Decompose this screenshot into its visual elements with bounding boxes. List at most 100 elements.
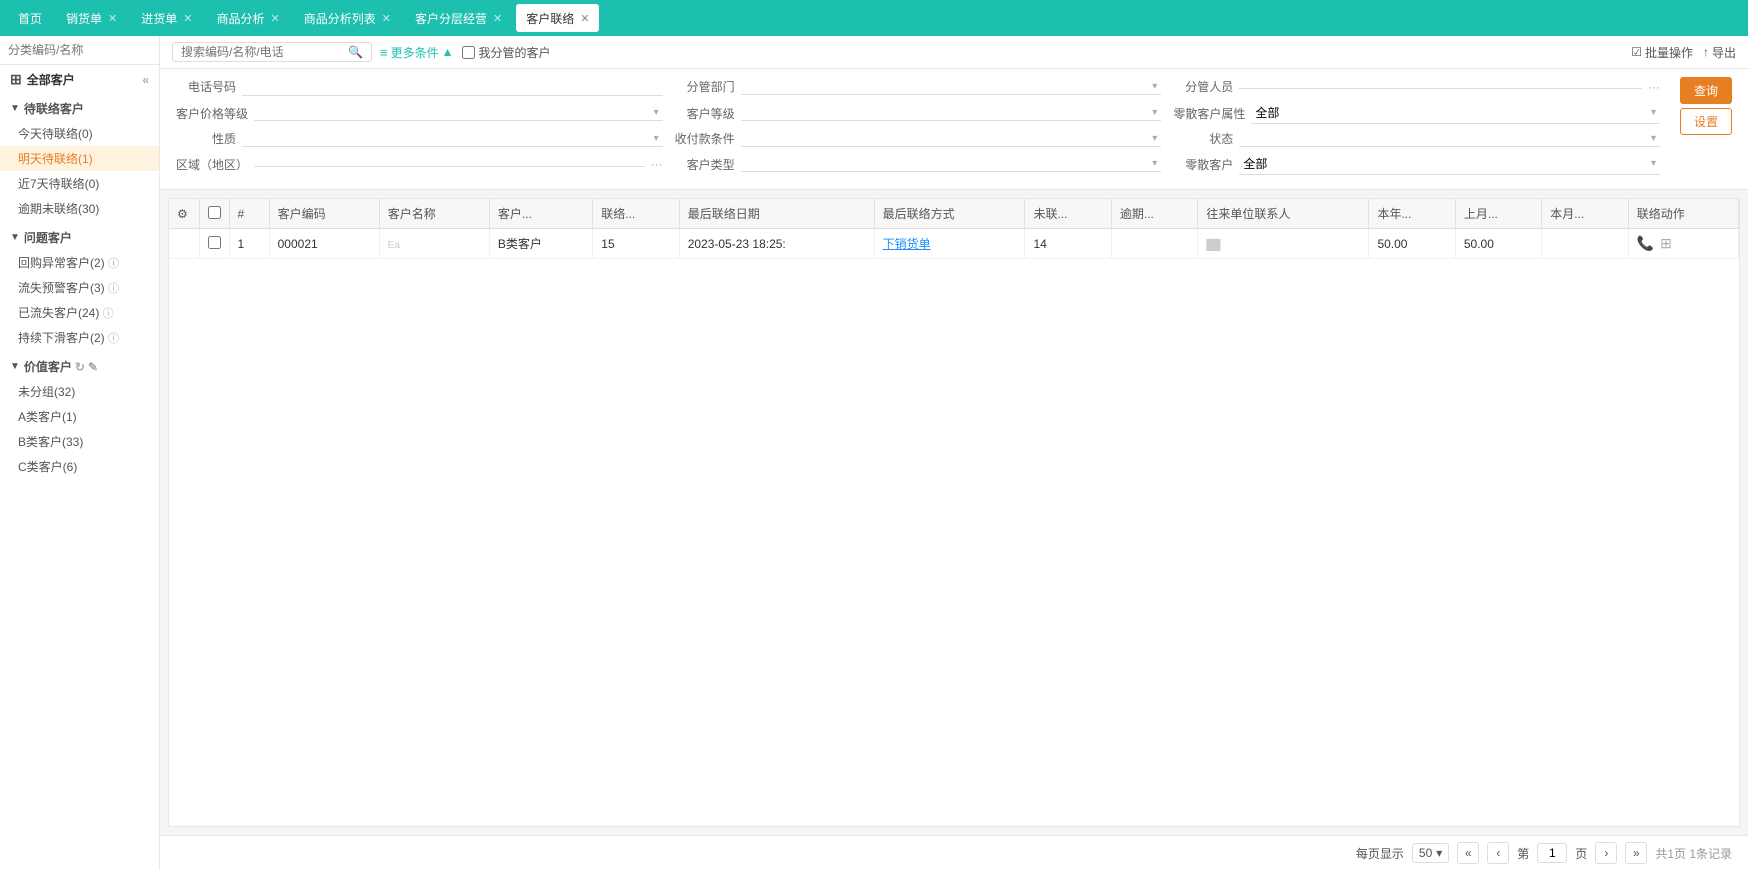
nav-home[interactable]: 首页 bbox=[8, 4, 52, 32]
sidebar-item-7days[interactable]: 近7天待联络(0) bbox=[0, 171, 159, 196]
sidebar-item-b-class[interactable]: B类客户(33) bbox=[0, 429, 159, 454]
collapse-sidebar-icon[interactable]: « bbox=[142, 73, 149, 87]
row-type: B类客户 bbox=[489, 229, 592, 259]
page-unit: 页 bbox=[1575, 845, 1587, 862]
more-conditions-btn[interactable]: ≡ 更多条件 ▲ bbox=[380, 44, 454, 61]
close-purchase-icon[interactable]: ✕ bbox=[183, 12, 192, 25]
settings-button[interactable]: 设置 bbox=[1680, 108, 1732, 135]
sidebar-item-ungrouped[interactable]: 未分组(32) bbox=[0, 379, 159, 404]
col-name[interactable]: 客户名称 bbox=[379, 199, 489, 229]
advanced-filter-panel: 电话号码 分管部门 ▾ 分管人员 bbox=[160, 69, 1748, 190]
my-customers-checkbox[interactable] bbox=[462, 46, 475, 59]
nav-product-analysis[interactable]: 商品分析 ✕ bbox=[206, 4, 289, 32]
close-customer-contact-icon[interactable]: ✕ bbox=[580, 12, 589, 25]
col-type[interactable]: 客户... bbox=[489, 199, 592, 229]
close-customer-segment-icon[interactable]: ✕ bbox=[493, 12, 502, 25]
all-customers-item[interactable]: ⊞ 全部客户 « bbox=[0, 65, 159, 94]
search-input[interactable] bbox=[181, 45, 348, 59]
next-page-btn[interactable]: › bbox=[1595, 842, 1617, 864]
sidebar-item-c-class[interactable]: C类客户(6) bbox=[0, 454, 159, 479]
row-name[interactable]: Ea bbox=[379, 229, 489, 259]
more-action-icon[interactable]: ⊞ bbox=[1660, 235, 1672, 252]
row-checkbox[interactable] bbox=[208, 236, 221, 249]
close-sales-icon[interactable]: ✕ bbox=[108, 12, 117, 25]
col-this-year[interactable]: 本年... bbox=[1369, 199, 1455, 229]
row-code[interactable]: 000021 bbox=[269, 229, 379, 259]
col-gear[interactable]: ⚙ bbox=[169, 199, 199, 229]
col-checkbox[interactable] bbox=[199, 199, 229, 229]
sidebar-item-churned[interactable]: 已流失客户(24) ⓘ bbox=[0, 300, 159, 325]
masked-unit-contact: ██ bbox=[1206, 240, 1220, 251]
customer-grade-select[interactable]: ▾ bbox=[741, 105, 1162, 121]
col-code[interactable]: 客户编码 bbox=[269, 199, 379, 229]
info-icon-1: ⓘ bbox=[108, 258, 119, 270]
sidebar-group-pending-title[interactable]: ▼ 待联络客户 bbox=[0, 96, 159, 121]
chevron-up-icon: ▲ bbox=[442, 45, 454, 59]
nav-purchase[interactable]: 进货单 ✕ bbox=[131, 4, 202, 32]
price-grade-select[interactable]: ▾ bbox=[254, 105, 663, 121]
price-grade-chevron-icon: ▾ bbox=[654, 107, 659, 118]
col-contacts[interactable]: 联络... bbox=[593, 199, 679, 229]
col-this-month[interactable]: 本月... bbox=[1542, 199, 1628, 229]
batch-op-btn[interactable]: ☑ 批量操作 bbox=[1631, 44, 1693, 61]
status-label: 状态 bbox=[1173, 130, 1233, 147]
region-dots-icon[interactable]: ··· bbox=[651, 157, 663, 171]
retail-customer-select[interactable]: 全部 ▾ bbox=[1239, 153, 1660, 175]
row-checkbox-cell[interactable] bbox=[199, 229, 229, 259]
call-icon[interactable]: 📞 bbox=[1637, 235, 1654, 252]
last-method-link[interactable]: 下销货单 bbox=[883, 237, 931, 251]
filter-search-icon: 🔍 bbox=[348, 45, 363, 59]
export-btn[interactable]: ↑ 导出 bbox=[1703, 44, 1736, 61]
sidebar-search-input[interactable] bbox=[8, 43, 160, 57]
prev-page-btn[interactable]: ‹ bbox=[1487, 842, 1509, 864]
region-label: 区域（地区） bbox=[176, 156, 248, 173]
edit-icon[interactable]: ✎ bbox=[88, 360, 98, 374]
last-page-btn[interactable]: » bbox=[1625, 842, 1647, 864]
filter-row-2: 客户价格等级 ▾ 客户等级 ▾ bbox=[176, 102, 1660, 124]
retail-attr-select[interactable]: 全部 ▾ bbox=[1251, 102, 1660, 124]
status-select[interactable]: ▾ bbox=[1239, 131, 1660, 147]
my-customers-checkbox-area: 我分管的客户 bbox=[462, 44, 551, 61]
refresh-icon[interactable]: ↻ bbox=[75, 360, 85, 374]
sidebar-item-tomorrow[interactable]: 明天待联络(1) bbox=[0, 146, 159, 171]
sidebar-item-declining[interactable]: 持续下滑客户(2) ⓘ bbox=[0, 325, 159, 350]
sidebar-item-a-class[interactable]: A类客户(1) bbox=[0, 404, 159, 429]
sidebar-group-value-title[interactable]: ▼ 价值客户 ↻ ✎ bbox=[0, 354, 159, 379]
phone-input[interactable] bbox=[242, 77, 663, 96]
close-product-analysis-list-icon[interactable]: ✕ bbox=[382, 12, 391, 25]
sidebar-group-problem-title[interactable]: ▼ 问题客户 bbox=[0, 225, 159, 250]
nav-sales[interactable]: 销货单 ✕ bbox=[56, 4, 127, 32]
col-unit-contact[interactable]: 往来单位联系人 bbox=[1198, 199, 1369, 229]
col-last-date[interactable]: 最后联络日期 bbox=[679, 199, 874, 229]
filter-cell-status: 状态 ▾ bbox=[1173, 130, 1660, 147]
per-page-label: 每页显示 bbox=[1356, 845, 1404, 862]
payment-select[interactable]: ▾ bbox=[741, 131, 1162, 147]
nature-select[interactable]: ▾ bbox=[242, 131, 663, 147]
sidebar-item-overdue[interactable]: 逾期未联络(30) bbox=[0, 196, 159, 221]
first-page-btn[interactable]: « bbox=[1457, 842, 1479, 864]
sidebar-group-value: ▼ 价值客户 ↻ ✎ 未分组(32) A类客户(1) B类客户(33) C类客户… bbox=[0, 352, 159, 481]
price-grade-label: 客户价格等级 bbox=[176, 105, 248, 122]
close-product-analysis-icon[interactable]: ✕ bbox=[271, 12, 280, 25]
customer-grade-label: 客户等级 bbox=[675, 105, 735, 122]
dept-select[interactable]: ▾ bbox=[741, 79, 1162, 95]
sidebar-item-churn-warning[interactable]: 流失预警客户(3) ⓘ bbox=[0, 275, 159, 300]
page-size-select[interactable]: 50 ▾ bbox=[1412, 843, 1449, 863]
person-dots-icon[interactable]: ··· bbox=[1648, 80, 1660, 94]
nav-product-analysis-list[interactable]: 商品分析列表 ✕ bbox=[294, 4, 401, 32]
col-overdue[interactable]: 逾期... bbox=[1111, 199, 1197, 229]
nav-customer-contact[interactable]: 客户联络 ✕ bbox=[516, 4, 599, 32]
nav-customer-segment[interactable]: 客户分层经营 ✕ bbox=[405, 4, 512, 32]
select-all-checkbox[interactable] bbox=[208, 206, 221, 219]
sidebar-item-today[interactable]: 今天待联络(0) bbox=[0, 121, 159, 146]
customer-type-select[interactable]: ▾ bbox=[741, 156, 1162, 172]
col-last-method[interactable]: 最后联络方式 bbox=[874, 199, 1025, 229]
sidebar-item-repurchase-abnormal[interactable]: 回购异常客户(2) ⓘ bbox=[0, 250, 159, 275]
page-input[interactable] bbox=[1537, 843, 1567, 863]
col-last-month[interactable]: 上月... bbox=[1455, 199, 1541, 229]
filter-cell-retail-attr: 零散客户属性 全部 ▾ bbox=[1173, 102, 1660, 124]
col-uncontacted[interactable]: 未联... bbox=[1025, 199, 1111, 229]
query-button[interactable]: 查询 bbox=[1680, 77, 1732, 104]
masked-name: Ea bbox=[388, 240, 400, 251]
row-last-method[interactable]: 下销货单 bbox=[874, 229, 1025, 259]
